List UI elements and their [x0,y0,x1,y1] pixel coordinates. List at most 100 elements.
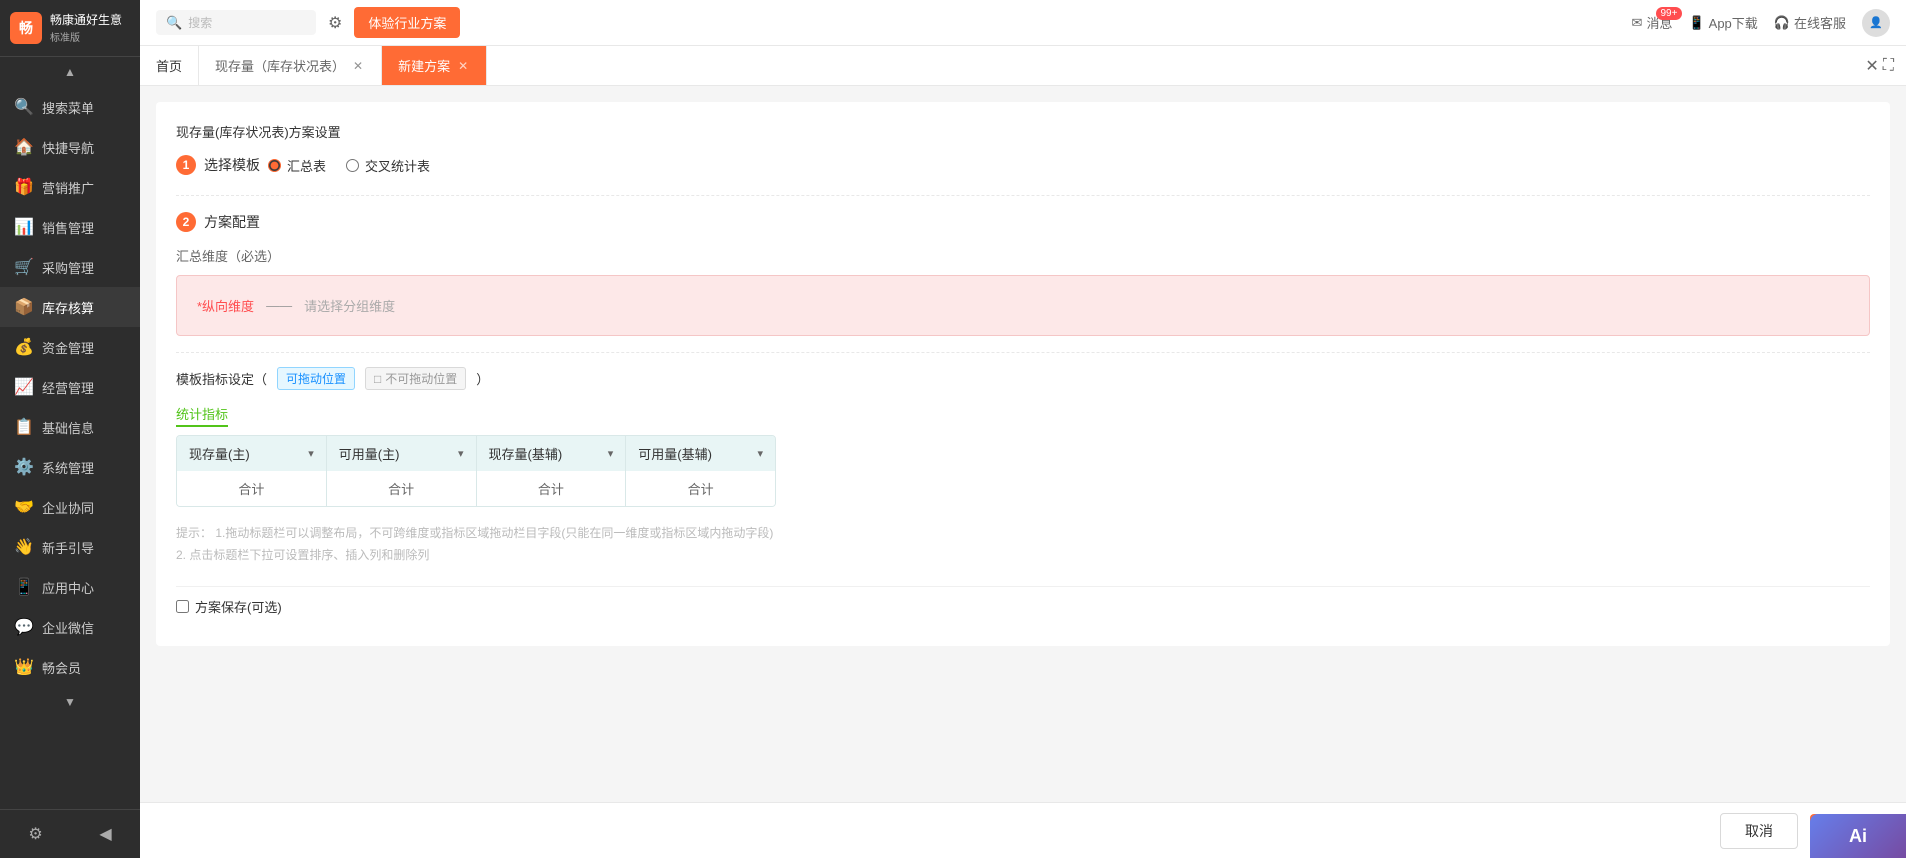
cell-1: 合计 [327,471,477,506]
dimension-box[interactable]: *纵向维度 —— 请选择分组维度 [176,275,1870,336]
topbar-right: ✉ 消息 99+ 📱 App下载 🎧 在线客服 👤 [1632,9,1890,37]
save-label[interactable]: 方案保存(可选) [195,597,282,616]
col-dropdown-3[interactable]: ▾ [757,447,763,460]
home-tab-label: 首页 [156,56,182,75]
new-plan-tab-label: 新建方案 [398,56,450,75]
col-dropdown-0[interactable]: ▾ [308,447,314,460]
service-icon: 🎧 [1774,15,1790,31]
sidebar-settings-btn[interactable]: ⚙ [22,818,48,850]
sidebar-item-member[interactable]: 👑 畅会员 [0,647,140,687]
sidebar-scroll-bottom[interactable]: ▼ [0,687,140,717]
online-service-btn[interactable]: 🎧 在线客服 [1774,13,1846,32]
save-checkbox[interactable] [176,600,189,613]
footer-bar: 取消 查询 [140,802,1906,858]
sidebar-collapse-btn[interactable]: ◀ [93,818,117,850]
sidebar-logo: 畅 畅康通好生意 标准版 [0,0,140,57]
col-dropdown-1[interactable]: ▾ [458,447,464,460]
sidebar-item-quick-nav[interactable]: 🏠 快捷导航 [0,127,140,167]
step2-title: 方案配置 [204,212,260,232]
sidebar-item-inventory[interactable]: 📦 库存核算 [0,287,140,327]
sidebar-item-purchase[interactable]: 🛒 采购管理 [0,247,140,287]
tabbar-expand: ✕ ⛶ [1853,56,1906,76]
sidebar-item-finance[interactable]: 💰 资金管理 [0,327,140,367]
col-label-3: 可用量(基辅) [638,444,712,463]
radio-summary-input[interactable] [268,159,281,172]
sidebar-scroll-top[interactable]: ▲ [0,57,140,87]
list-icon: 📋 [14,417,34,437]
crown-icon: 👑 [14,657,34,677]
phone-icon: 📱 [14,577,34,597]
message-icon: ✉ [1632,15,1643,31]
hint-1: 2. 点击标题栏下拉可设置排序、插入列和删除列 [176,545,1870,567]
topbar-search[interactable]: 🔍 搜索 [156,10,316,35]
aggregate-label: 汇总维度（必选） [176,246,1870,265]
sidebar-item-search[interactable]: 🔍 搜索菜单 [0,87,140,127]
col-header-3[interactable]: 可用量(基辅) ▾ [626,436,775,471]
topbar: 🔍 搜索 ⚙ 体验行业方案 ✉ 消息 99+ 📱 App下载 🎧 在线客服 👤 [140,0,1906,46]
wave-icon: 👋 [14,537,34,557]
cancel-button[interactable]: 取消 [1720,813,1798,849]
handshake-icon: 🤝 [14,497,34,517]
dimension-required-label: *纵向维度 [197,296,254,315]
draggable-tag: 可拖动位置 [277,367,355,390]
tab-home[interactable]: 首页 [140,46,199,85]
col-header-1[interactable]: 可用量(主) ▾ [327,436,477,471]
fixed-tag-icon: □ [374,372,381,386]
message-badge: 99+ [1656,7,1683,20]
scroll-down-btn[interactable]: ▼ [60,691,80,713]
app-logo-icon: 畅 [10,12,42,44]
chat-icon: 💬 [14,617,34,637]
sidebar-item-sales[interactable]: 📊 销售管理 [0,207,140,247]
chart-icon: 📊 [14,217,34,237]
sidebar-item-marketing[interactable]: 🎁 营销推广 [0,167,140,207]
trial-button[interactable]: 体验行业方案 [354,7,460,38]
app-edition: 标准版 [50,29,122,44]
col-label-2: 现存量(基辅) [489,444,563,463]
fixed-tag: □ 不可拖动位置 [365,367,466,390]
sidebar-item-basic-info[interactable]: 📋 基础信息 [0,407,140,447]
sidebar-item-new-guide[interactable]: 👋 新手引导 [0,527,140,567]
tab-close-new-plan[interactable]: ✕ [456,59,470,73]
tab-new-plan[interactable]: 新建方案 ✕ [382,46,487,85]
sidebar-item-enterprise-wechat[interactable]: 💬 企业微信 [0,607,140,647]
sidebar-item-enterprise[interactable]: 🤝 企业协同 [0,487,140,527]
gift-icon: 🎁 [14,177,34,197]
col-label-0: 现存量(主) [189,444,250,463]
indicators-main-label: 模板指标设定（ [176,369,267,388]
indicators-close: ） [476,369,489,388]
tab-close-inventory[interactable]: ✕ [351,59,365,73]
col-header-2[interactable]: 现存量(基辅) ▾ [477,436,627,471]
radio-cross-label: 交叉统计表 [365,156,430,175]
radio-summary[interactable]: 汇总表 [268,156,326,175]
radio-cross-input[interactable] [346,159,359,172]
col-dropdown-2[interactable]: ▾ [608,447,614,460]
sidebar-bottom: ⚙ ◀ [0,809,140,858]
stats-table-header: 现存量(主) ▾ 可用量(主) ▾ 现存量(基辅) ▾ 可用量(基辅) [177,436,775,471]
tab-fullscreen-btn[interactable]: ⛶ [1883,57,1894,75]
topbar-gear-icon[interactable]: ⚙ [328,13,342,33]
sidebar-item-app-center[interactable]: 📱 应用中心 [0,567,140,607]
tabbar: 首页 现存量（库存状况表） ✕ 新建方案 ✕ ✕ ⛶ [140,46,1906,86]
trend-icon: 📈 [14,377,34,397]
scroll-up-btn[interactable]: ▲ [60,61,80,83]
sidebar-item-operations[interactable]: 📈 经营管理 [0,367,140,407]
sidebar: 畅 畅康通好生意 标准版 ▲ 🔍 搜索菜单 🏠 快捷导航 🎁 营销推广 📊 销售… [0,0,140,858]
col-header-0[interactable]: 现存量(主) ▾ [177,436,327,471]
radio-cross[interactable]: 交叉统计表 [346,156,430,175]
money-icon: 💰 [14,337,34,357]
tab-close-all-btn[interactable]: ✕ [1865,56,1878,76]
ai-float-button[interactable]: Ai [1810,814,1906,858]
search-icon: 🔍 [166,15,182,31]
col-label-1: 可用量(主) [339,444,400,463]
user-avatar[interactable]: 👤 [1862,9,1890,37]
app-download-btn[interactable]: 📱 App下载 [1688,13,1757,32]
message-btn[interactable]: ✉ 消息 99+ [1632,13,1673,32]
stats-table-body: 合计 合计 合计 合计 [177,471,775,506]
tab-inventory-status[interactable]: 现存量（库存状况表） ✕ [199,46,382,85]
save-option: 方案保存(可选) [176,586,1870,626]
cell-0: 合计 [177,471,327,506]
cart-icon: 🛒 [14,257,34,277]
search-text: 搜索 [188,14,212,31]
box-icon: 📦 [14,297,34,317]
sidebar-item-system[interactable]: ⚙️ 系统管理 [0,447,140,487]
